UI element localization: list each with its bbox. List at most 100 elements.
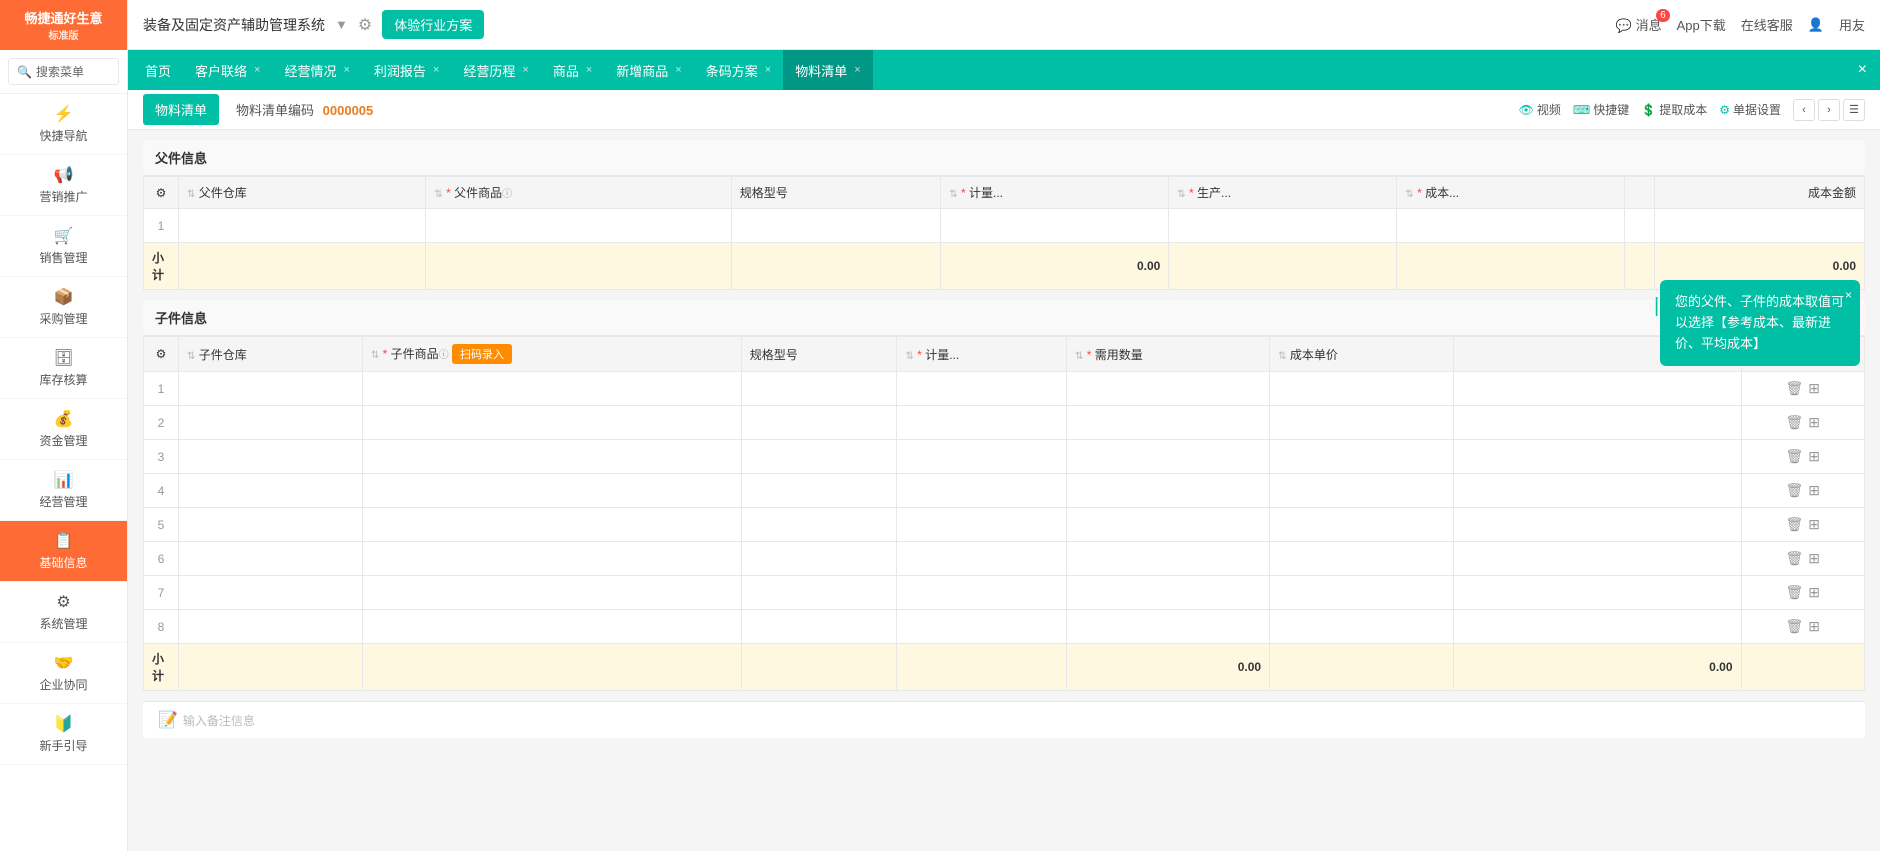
trial-button[interactable]: 体验行业方案 [382,10,484,39]
sidebar-item-marketing[interactable]: 📢 营销推广 [0,155,127,216]
delete-row-button[interactable]: 🗑 [1786,584,1804,601]
copy-row-button[interactable]: ⊞ [1808,380,1820,397]
tooltip-close-button[interactable]: × [1845,286,1852,305]
child-product-cell[interactable] [362,576,741,610]
delete-row-button[interactable]: 🗑 [1786,618,1804,635]
search-menu-button[interactable]: 🔍 搜索菜单 [8,58,119,85]
tab-product[interactable]: 商品 × [541,50,604,90]
child-unit-cost-cell[interactable] [1270,474,1454,508]
delete-row-button[interactable]: 🗑 [1786,414,1804,431]
sub-tab-bom-list[interactable]: 物料清单 [143,94,219,125]
parent-warehouse-cell[interactable] [179,209,426,243]
child-unit-cell[interactable] [897,542,1067,576]
child-warehouse-cell[interactable] [179,576,363,610]
sidebar-item-basic-info[interactable]: 📋 基础信息 [0,521,127,582]
sidebar-item-guide[interactable]: 🔰 新手引导 [0,704,127,765]
nav-prev-button[interactable]: ‹ [1793,99,1815,121]
child-spec-cell[interactable] [741,372,897,406]
cost-action[interactable]: 💲 提取成本 [1641,101,1707,118]
child-unit-cost-cell[interactable] [1270,372,1454,406]
child-spec-cell[interactable] [741,440,897,474]
child-unit-cell[interactable] [897,440,1067,474]
child-quantity-cell[interactable] [1067,406,1270,440]
child-unit-cell[interactable] [897,372,1067,406]
child-unit-cell[interactable] [897,474,1067,508]
shortcuts-action[interactable]: ⌨ 快捷键 [1573,101,1629,118]
child-quantity-cell[interactable] [1067,576,1270,610]
single-settings-action[interactable]: ⚙ 单据设置 [1719,101,1781,118]
child-unit-cell[interactable] [897,508,1067,542]
child-quantity-cell[interactable] [1067,610,1270,644]
tab-barcode-close[interactable]: × [765,64,771,76]
child-product-cell[interactable] [362,406,741,440]
child-warehouse-cell[interactable] [179,372,363,406]
parent-spec-cell[interactable] [731,209,941,243]
child-spec-cell[interactable] [741,508,897,542]
sub-tab-bom-code[interactable]: 物料清单编码 0000005 [224,94,385,125]
tab-profit-close[interactable]: × [433,64,439,76]
tab-business-status[interactable]: 经营情况 × [272,50,361,90]
child-product-cell[interactable] [362,372,741,406]
child-spec-cell[interactable] [741,406,897,440]
sidebar-item-finance[interactable]: 💰 资金管理 [0,399,127,460]
child-quantity-cell[interactable] [1067,440,1270,474]
tab-barcode[interactable]: 条码方案 × [694,50,783,90]
sidebar-item-business[interactable]: 📊 经营管理 [0,460,127,521]
scan-input-button[interactable]: 扫码录入 [452,344,512,364]
child-warehouse-cell[interactable] [179,508,363,542]
child-unit-cell[interactable] [897,576,1067,610]
sidebar-item-system[interactable]: ⚙ 系统管理 [0,582,127,643]
child-unit-cost-cell[interactable] [1270,406,1454,440]
child-product-cell[interactable] [362,542,741,576]
child-spec-cell[interactable] [741,474,897,508]
child-quantity-cell[interactable] [1067,474,1270,508]
sidebar-item-sales[interactable]: 🛒 销售管理 [0,216,127,277]
child-unit-cost-cell[interactable] [1270,440,1454,474]
child-spec-cell[interactable] [741,542,897,576]
child-product-cell[interactable] [362,610,741,644]
delete-row-button[interactable]: 🗑 [1786,380,1804,397]
nav-next-button[interactable]: › [1818,99,1840,121]
parent-unit-cell[interactable] [941,209,1169,243]
parent-product-cell[interactable] [426,209,731,243]
tab-new-product[interactable]: 新增商品 × [604,50,693,90]
child-quantity-cell[interactable] [1067,542,1270,576]
child-unit-cost-cell[interactable] [1270,508,1454,542]
copy-row-button[interactable]: ⊞ [1808,448,1820,465]
child-warehouse-cell[interactable] [179,542,363,576]
tab-bom[interactable]: 物料清单 × [783,50,872,90]
delete-row-button[interactable]: 🗑 [1786,516,1804,533]
copy-row-button[interactable]: ⊞ [1808,618,1820,635]
child-quantity-cell[interactable] [1067,508,1270,542]
tab-business-status-close[interactable]: × [343,64,349,76]
parent-cost-cell[interactable] [1397,209,1625,243]
tab-bom-close[interactable]: × [854,64,860,76]
child-unit-cell[interactable] [897,610,1067,644]
sidebar-item-quick-nav[interactable]: ⚡ 快捷导航 [0,94,127,155]
copy-row-button[interactable]: ⊞ [1808,550,1820,567]
settings-icon[interactable]: ⚙ [358,15,372,35]
child-quantity-cell[interactable] [1067,372,1270,406]
sidebar-item-inventory[interactable]: 🗄 库存核算 [0,338,127,399]
tabs-close-all[interactable]: × [1850,61,1875,79]
online-service-link[interactable]: 在线客服 [1741,15,1793,34]
delete-row-button[interactable]: 🗑 [1786,482,1804,499]
child-spec-cell[interactable] [741,610,897,644]
user-label[interactable]: 用友 [1839,15,1865,34]
copy-row-button[interactable]: ⊞ [1808,516,1820,533]
nav-menu-button[interactable]: ☰ [1843,99,1865,121]
child-spec-cell[interactable] [741,576,897,610]
child-unit-cost-cell[interactable] [1270,610,1454,644]
tab-business-history[interactable]: 经营历程 × [451,50,540,90]
tab-product-close[interactable]: × [586,64,592,76]
message-notif[interactable]: 💬 消息 6 [1616,15,1662,34]
tab-home[interactable]: 首页 [133,50,183,90]
view-action[interactable]: 👁 视频 [1519,101,1561,118]
delete-row-button[interactable]: 🗑 [1786,550,1804,567]
copy-row-button[interactable]: ⊞ [1808,482,1820,499]
tab-profit[interactable]: 利润报告 × [362,50,451,90]
child-warehouse-cell[interactable] [179,610,363,644]
parent-produce-cell[interactable] [1169,209,1397,243]
parent-col-settings[interactable]: ⚙ [144,177,179,209]
child-warehouse-cell[interactable] [179,474,363,508]
